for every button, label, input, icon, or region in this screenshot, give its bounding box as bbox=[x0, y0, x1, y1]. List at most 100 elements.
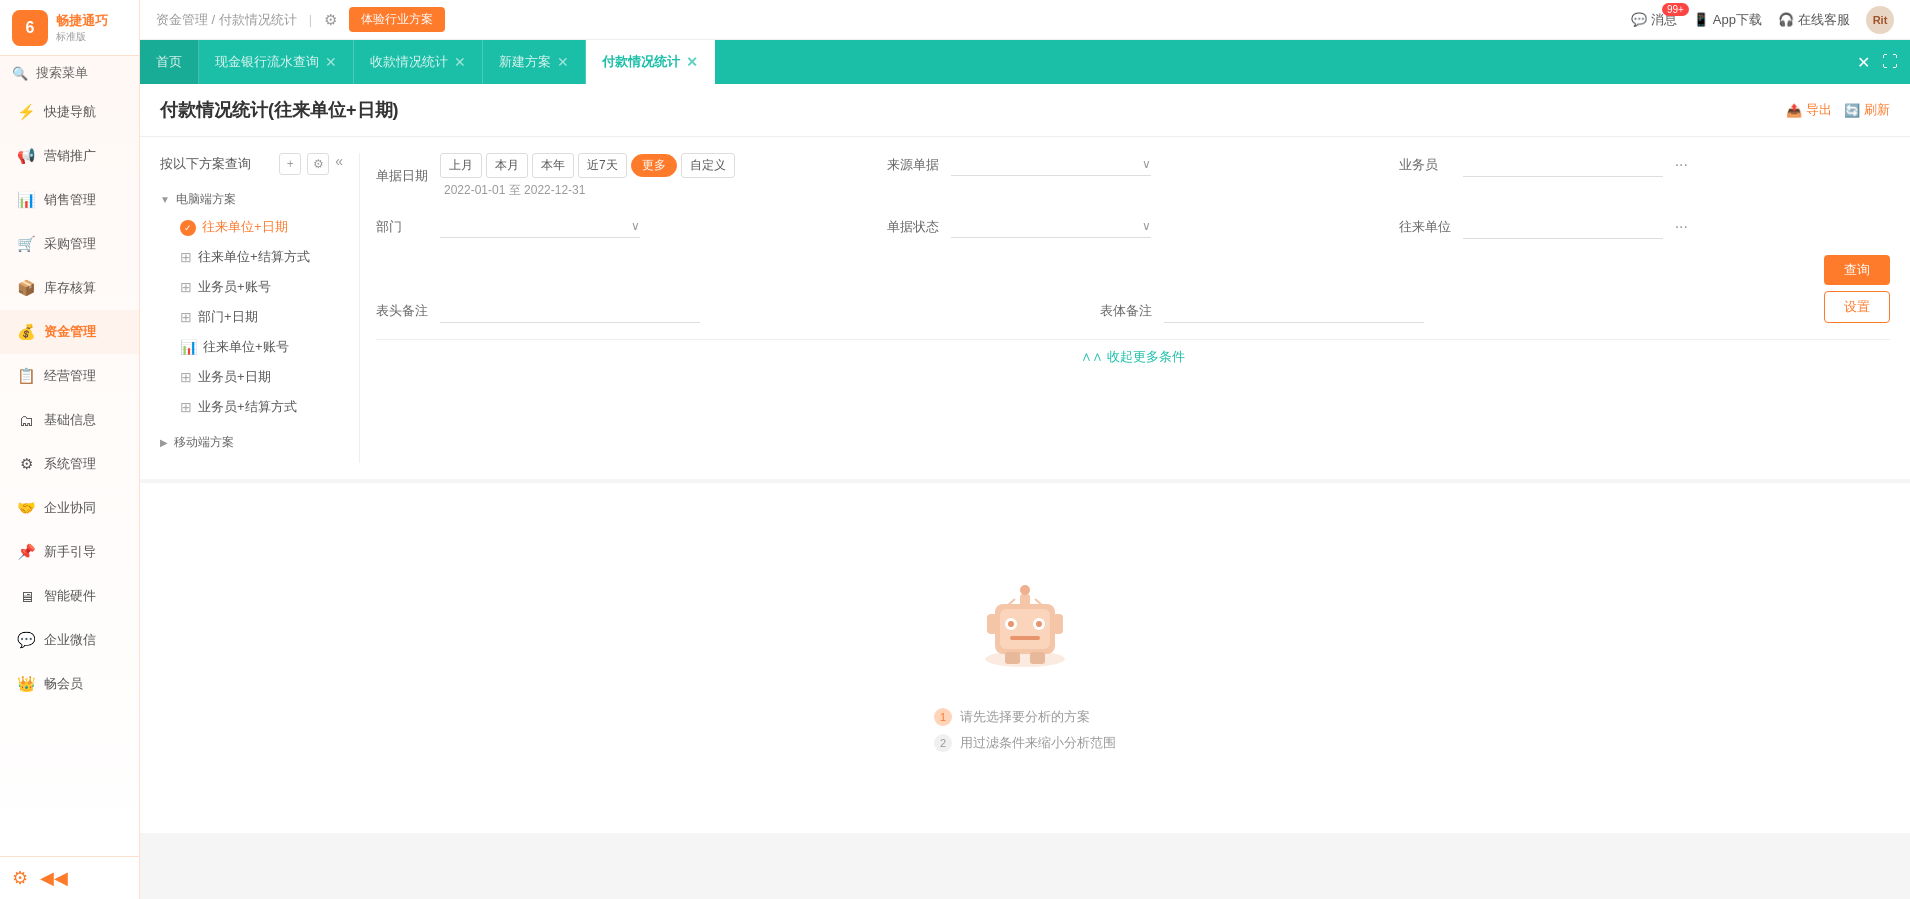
tab-payment-stats[interactable]: 付款情况统计 ✕ bbox=[586, 40, 715, 84]
header-settings-icon[interactable]: ⚙ bbox=[324, 11, 337, 29]
trial-button[interactable]: 体验行业方案 bbox=[349, 7, 445, 32]
contact-label: 往来单位 bbox=[1399, 218, 1455, 236]
scheme-item-contact-account[interactable]: 📊 往来单位+账号 bbox=[160, 332, 343, 362]
sidebar-item-operation[interactable]: 📋经营管理 bbox=[0, 354, 139, 398]
scheme-item-contact-settle[interactable]: ⊞ 往来单位+结算方式 bbox=[160, 242, 343, 272]
body-note-input[interactable] bbox=[1164, 299, 1424, 323]
settings-button[interactable]: 设置 bbox=[1824, 291, 1890, 323]
scheme-item-contact-date-label: 往来单位+日期 bbox=[202, 218, 288, 236]
service-label: 在线客服 bbox=[1798, 11, 1850, 29]
scheme-item-contact-date[interactable]: ✓ 往来单位+日期 bbox=[160, 212, 343, 242]
tab-receipt-stats-close[interactable]: ✕ bbox=[454, 54, 466, 70]
tab-cash-flow-close[interactable]: ✕ bbox=[325, 54, 337, 70]
search-label: 搜索菜单 bbox=[36, 64, 88, 82]
tab-home[interactable]: 首页 bbox=[140, 40, 199, 84]
sidebar-settings-icon[interactable]: ⚙ bbox=[12, 867, 28, 889]
dept-select[interactable]: ∨ bbox=[440, 215, 640, 238]
expand-icon[interactable]: ⛶ bbox=[1882, 53, 1898, 71]
tab-payment-stats-close[interactable]: ✕ bbox=[686, 54, 698, 70]
sidebar-icon-system: ⚙ bbox=[16, 454, 36, 474]
sidebar-item-sales[interactable]: 📊销售管理 bbox=[0, 178, 139, 222]
app-download-button[interactable]: 📱 App下载 bbox=[1693, 11, 1762, 29]
header-note-label: 表头备注 bbox=[376, 302, 432, 320]
scheme-header-actions: + ⚙ « bbox=[279, 153, 343, 175]
date-this-year[interactable]: 本年 bbox=[532, 153, 574, 178]
staff-label: 业务员 bbox=[1399, 156, 1455, 174]
action-buttons: 查询 设置 bbox=[1824, 255, 1890, 323]
refresh-button[interactable]: 🔄 刷新 bbox=[1844, 101, 1890, 119]
scheme-add-icon[interactable]: + bbox=[279, 153, 301, 175]
svg-point-6 bbox=[1036, 621, 1042, 627]
page-title: 付款情况统计(往来单位+日期) bbox=[160, 98, 399, 122]
filter-row-3: 表头备注 表体备注 查询 设置 bbox=[376, 255, 1890, 323]
sidebar-item-member[interactable]: 👑畅会员 bbox=[0, 662, 139, 706]
filter-header-note-group: 表头备注 bbox=[376, 299, 1080, 323]
header-note-input[interactable] bbox=[440, 299, 700, 323]
tab-new-scheme-close[interactable]: ✕ bbox=[557, 54, 569, 70]
sidebar-item-inventory[interactable]: 📦库存核算 bbox=[0, 266, 139, 310]
doc-status-select[interactable]: ∨ bbox=[951, 215, 1151, 238]
scheme-collapse-icon[interactable]: « bbox=[335, 153, 343, 175]
scheme-item-dept-date[interactable]: ⊞ 部门+日期 bbox=[160, 302, 343, 332]
online-service-button[interactable]: 🎧 在线客服 bbox=[1778, 11, 1850, 29]
scheme-settings-icon[interactable]: ⚙ bbox=[307, 153, 329, 175]
staff-input[interactable] bbox=[1463, 153, 1663, 177]
header-right: 💬 消息 99+ 📱 App下载 🎧 在线客服 Rit bbox=[1631, 6, 1894, 34]
scheme-item-icon-1: ⊞ bbox=[180, 249, 192, 265]
scheme-item-icon-3: ⊞ bbox=[180, 309, 192, 325]
sidebar-label-member: 畅会员 bbox=[44, 675, 83, 693]
export-button[interactable]: 📤 导出 bbox=[1786, 101, 1832, 119]
date-custom[interactable]: 自定义 bbox=[681, 153, 735, 178]
svg-point-5 bbox=[1008, 621, 1014, 627]
scheme-desktop-group: ▼ 电脑端方案 ✓ 往来单位+日期 ⊞ 往来单位 bbox=[160, 187, 343, 422]
sidebar-item-system[interactable]: ⚙系统管理 bbox=[0, 442, 139, 486]
sidebar-icon-quick-nav: ⚡ bbox=[16, 102, 36, 122]
scheme-mobile-title[interactable]: ▶ 移动端方案 bbox=[160, 430, 343, 455]
scheme-item-icon-6: ⊞ bbox=[180, 399, 192, 415]
empty-illustration bbox=[965, 564, 1085, 684]
doc-status-arrow-icon: ∨ bbox=[1142, 219, 1151, 233]
sidebar-icon-purchase: 🛒 bbox=[16, 234, 36, 254]
scheme-desktop-title[interactable]: ▼ 电脑端方案 bbox=[160, 187, 343, 212]
sidebar-item-quick-nav[interactable]: ⚡快捷导航 bbox=[0, 90, 139, 134]
contact-dots-icon[interactable]: ··· bbox=[1675, 218, 1688, 236]
tab-cash-flow[interactable]: 现金银行流水查询 ✕ bbox=[199, 40, 354, 84]
staff-dots-icon[interactable]: ··· bbox=[1675, 156, 1688, 174]
sidebar-item-weixin[interactable]: 💬企业微信 bbox=[0, 618, 139, 662]
scheme-item-staff-account[interactable]: ⊞ 业务员+账号 bbox=[160, 272, 343, 302]
date-more[interactable]: 更多 bbox=[631, 154, 677, 177]
sidebar-item-purchase[interactable]: 🛒采购管理 bbox=[0, 222, 139, 266]
date-range-display: 2022-01-01 至 2022-12-31 bbox=[444, 182, 585, 199]
close-all-icon[interactable]: ✕ bbox=[1857, 53, 1870, 72]
sidebar-icon-sales: 📊 bbox=[16, 190, 36, 210]
query-button[interactable]: 查询 bbox=[1824, 255, 1890, 285]
user-avatar[interactable]: Rit bbox=[1866, 6, 1894, 34]
scheme-item-staff-date[interactable]: ⊞ 业务员+日期 bbox=[160, 362, 343, 392]
source-doc-select[interactable]: ∨ bbox=[951, 153, 1151, 176]
date-this-month[interactable]: 本月 bbox=[486, 153, 528, 178]
logo-text: 畅捷通巧 标准版 bbox=[56, 12, 108, 44]
filter-body-note-group: 表体备注 bbox=[1100, 299, 1804, 323]
tab-new-scheme[interactable]: 新建方案 ✕ bbox=[483, 40, 586, 84]
sidebar-icon-marketing: 📢 bbox=[16, 146, 36, 166]
sidebar-item-marketing[interactable]: 📢营销推广 bbox=[0, 134, 139, 178]
sidebar-item-hardware[interactable]: 🖥智能硬件 bbox=[0, 574, 139, 618]
contact-input[interactable] bbox=[1463, 215, 1663, 239]
sidebar-item-capital[interactable]: 💰资金管理 bbox=[0, 310, 139, 354]
sidebar-icon-operation: 📋 bbox=[16, 366, 36, 386]
date-last-month[interactable]: 上月 bbox=[440, 153, 482, 178]
tab-cash-flow-label: 现金银行流水查询 bbox=[215, 53, 319, 71]
source-doc-label: 来源单据 bbox=[887, 156, 943, 174]
message-button[interactable]: 💬 消息 99+ bbox=[1631, 11, 1677, 29]
search-menu[interactable]: 🔍 搜索菜单 bbox=[0, 56, 139, 90]
sidebar-item-guide[interactable]: 📌新手引导 bbox=[0, 530, 139, 574]
filter-row-2: 部门 ∨ 单据状态 ∨ bbox=[376, 215, 1890, 239]
tab-new-scheme-label: 新建方案 bbox=[499, 53, 551, 71]
sidebar-item-basic[interactable]: 🗂基础信息 bbox=[0, 398, 139, 442]
scheme-item-staff-settle[interactable]: ⊞ 业务员+结算方式 bbox=[160, 392, 343, 422]
date-last-7-days[interactable]: 近7天 bbox=[578, 153, 627, 178]
sidebar-collapse-icon[interactable]: ◀◀ bbox=[40, 867, 68, 889]
collapse-bar[interactable]: ∧∧ 收起更多条件 bbox=[376, 339, 1890, 374]
tab-receipt-stats[interactable]: 收款情况统计 ✕ bbox=[354, 40, 483, 84]
sidebar-item-cooperation[interactable]: 🤝企业协同 bbox=[0, 486, 139, 530]
